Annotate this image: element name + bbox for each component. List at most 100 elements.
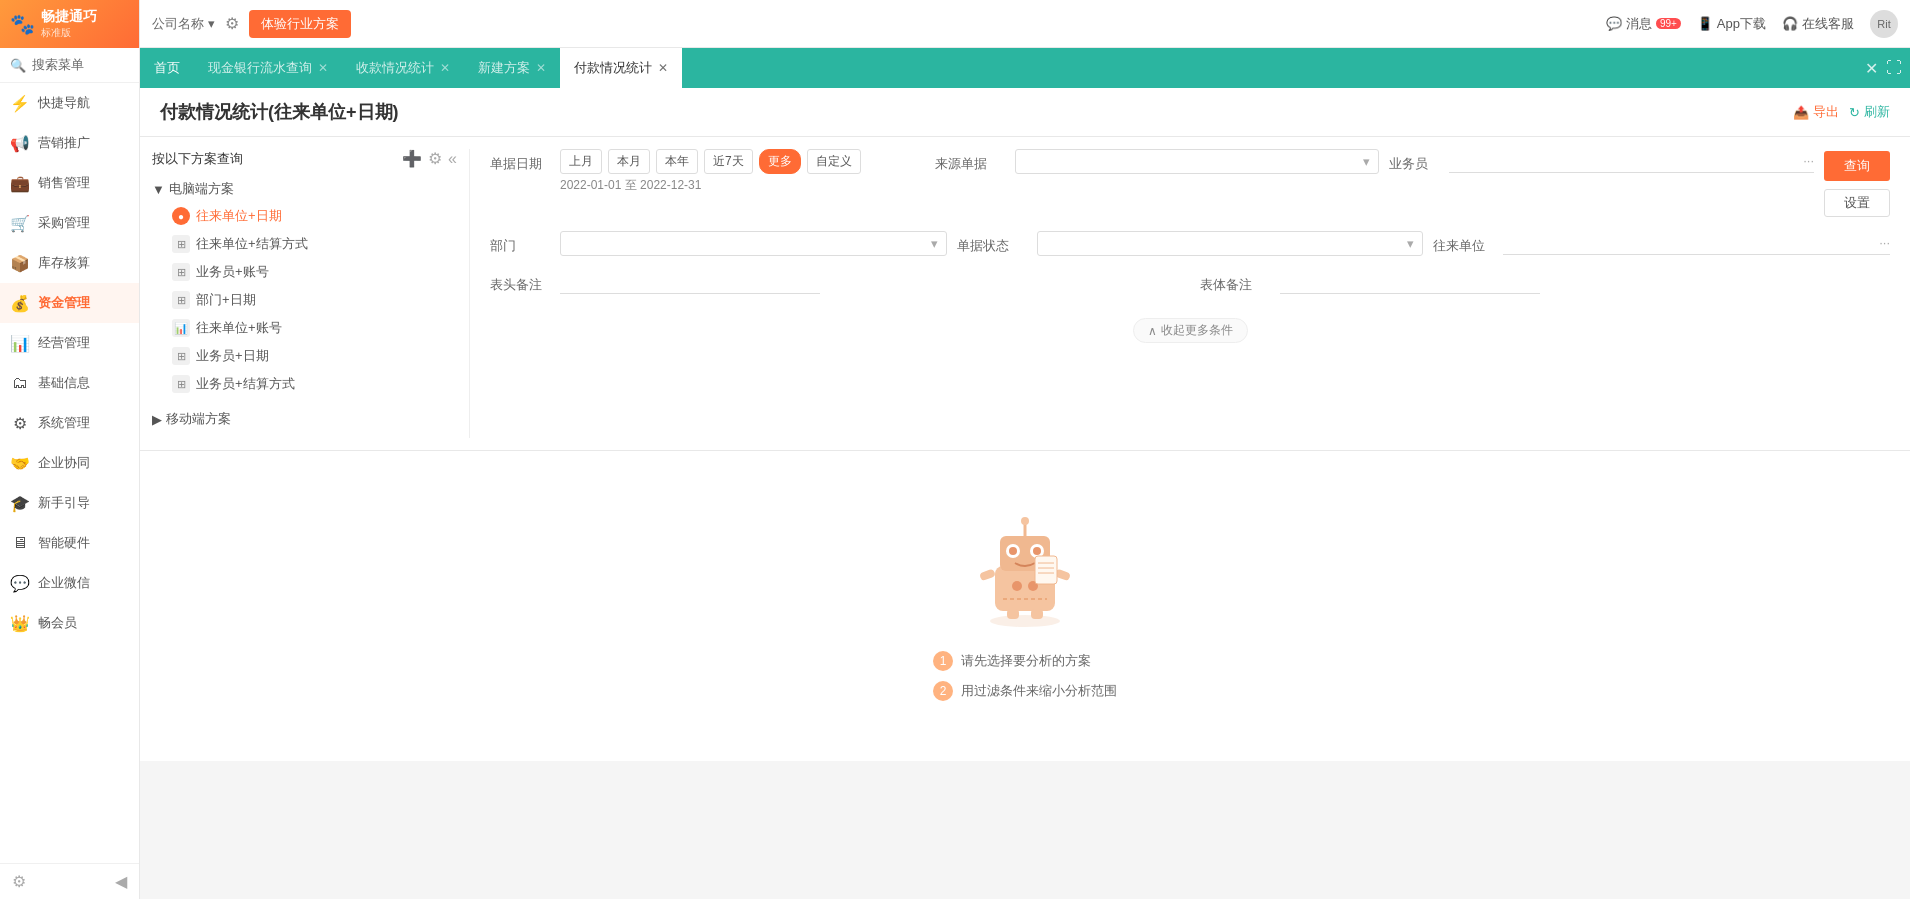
date-this-year[interactable]: 本年 (656, 149, 698, 174)
scheme-item-6[interactable]: ⊞ 业务员+结算方式 (152, 370, 457, 398)
expand-arrow-icon: ▼ (152, 182, 165, 197)
scheme-item-3[interactable]: ⊞ 部门+日期 (152, 286, 457, 314)
doc-status-select[interactable]: ▾ (1037, 231, 1424, 256)
tab-bank-flow-close[interactable]: ✕ (318, 61, 328, 75)
date-last-7-days[interactable]: 近7天 (704, 149, 753, 174)
app-download-button[interactable]: 📱 App下载 (1697, 15, 1766, 33)
refresh-button[interactable]: ↻ 刷新 (1849, 103, 1890, 121)
dept-select[interactable]: ▾ (560, 231, 947, 256)
refresh-label: 刷新 (1864, 103, 1890, 121)
collapse-bar: ∧ 收起更多条件 (490, 308, 1890, 353)
sidebar-item-label: 采购管理 (38, 214, 90, 232)
company-name: 公司名称 ▾ (152, 15, 215, 33)
collapse-button[interactable]: ∧ 收起更多条件 (1133, 318, 1248, 343)
sidebar-item-operations[interactable]: 📊 经营管理 (0, 323, 139, 363)
trial-button[interactable]: 体验行业方案 (249, 10, 351, 38)
desktop-scheme-label: 电脑端方案 (169, 180, 234, 198)
export-button[interactable]: 📤 导出 (1793, 103, 1839, 121)
scheme-item-label-3: 部门+日期 (196, 291, 256, 309)
company-dropdown-arrow[interactable]: ▾ (208, 16, 215, 31)
tab-receipt-stats-close[interactable]: ✕ (440, 61, 450, 75)
svg-rect-13 (1007, 609, 1019, 619)
active-scheme-dot: ● (172, 207, 190, 225)
scheme-table-icon-2: ⊞ (172, 263, 190, 281)
date-custom[interactable]: 自定义 (807, 149, 861, 174)
search-icon: 🔍 (10, 58, 26, 73)
tab-home[interactable]: 首页 (140, 48, 194, 88)
scheme-item-5[interactable]: ⊞ 业务员+日期 (152, 342, 457, 370)
collapse-arrow-icon: ∧ (1148, 324, 1157, 338)
settings-button[interactable]: 设置 (1824, 189, 1890, 217)
basics-icon: 🗂 (10, 373, 30, 393)
sidebar-item-member[interactable]: 👑 畅会员 (0, 603, 139, 643)
query-button[interactable]: 查询 (1824, 151, 1890, 181)
search-label: 搜索菜单 (32, 56, 84, 74)
collapse-sidebar-icon[interactable]: ◀ (115, 872, 127, 891)
date-more[interactable]: 更多 (759, 149, 801, 174)
settings-bottom-icon[interactable]: ⚙ (12, 872, 26, 891)
desktop-scheme-title[interactable]: ▼ 电脑端方案 (152, 176, 457, 202)
header-remark-control (560, 270, 1170, 294)
collapse-scheme-icon[interactable]: « (448, 150, 457, 168)
sidebar-item-guide[interactable]: 🎓 新手引导 (0, 483, 139, 523)
sidebar-item-inventory[interactable]: 📦 库存核算 (0, 243, 139, 283)
header-remark-input[interactable] (560, 270, 820, 294)
sidebar-item-wechat[interactable]: 💬 企业微信 (0, 563, 139, 603)
scheme-table-icon-3: ⊞ (172, 291, 190, 309)
avatar-text: Rit (1877, 18, 1890, 30)
capital-icon: 💰 (10, 293, 30, 313)
scheme-item-1[interactable]: ⊞ 往来单位+结算方式 (152, 230, 457, 258)
sidebar-item-label: 新手引导 (38, 494, 90, 512)
tab-new-scheme[interactable]: 新建方案 ✕ (464, 48, 560, 88)
doc-status-control: ▾ (1037, 231, 1424, 256)
sidebar-item-label: 营销推广 (38, 134, 90, 152)
svg-rect-14 (1031, 609, 1043, 619)
sidebar-item-capital[interactable]: 💰 资金管理 (0, 283, 139, 323)
page-header: 付款情况统计(往来单位+日期) 📤 导出 ↻ 刷新 (140, 88, 1910, 137)
sidebar-item-quick-nav[interactable]: ⚡ 快捷导航 (0, 83, 139, 123)
body-remark-input[interactable] (1280, 270, 1540, 294)
dept-control: ▾ (560, 231, 947, 256)
tab-new-scheme-close[interactable]: ✕ (536, 61, 546, 75)
salesman-dots-icon[interactable]: ··· (1803, 153, 1814, 168)
scheme-item-0[interactable]: ● 往来单位+日期 (152, 202, 457, 230)
sidebar-item-basics[interactable]: 🗂 基础信息 (0, 363, 139, 403)
add-scheme-icon[interactable]: ➕ (402, 149, 422, 168)
sidebar-item-label: 销售管理 (38, 174, 90, 192)
purchase-icon: 🛒 (10, 213, 30, 233)
logo-icon: 🐾 (10, 12, 35, 36)
scheme-item-label-2: 业务员+账号 (196, 263, 269, 281)
tab-bank-flow[interactable]: 现金银行流水查询 ✕ (194, 48, 342, 88)
scheme-item-4[interactable]: 📊 往来单位+账号 (152, 314, 457, 342)
topbar-gear-icon[interactable]: ⚙ (225, 14, 239, 33)
tab-payment-stats[interactable]: 付款情况统计 ✕ (560, 48, 682, 88)
sidebar-item-system[interactable]: ⚙ 系统管理 (0, 403, 139, 443)
date-this-month[interactable]: 本月 (608, 149, 650, 174)
svg-point-11 (1012, 581, 1022, 591)
sidebar-search[interactable]: 🔍 搜索菜单 (0, 48, 139, 83)
svg-point-6 (1033, 547, 1041, 555)
counter-party-dots-icon[interactable]: ··· (1879, 235, 1890, 250)
sidebar-item-enterprise[interactable]: 🤝 企业协同 (0, 443, 139, 483)
topbar: 公司名称 ▾ ⚙ 体验行业方案 💬 消息 99+ 📱 App下载 🎧 在线客服 … (140, 0, 1910, 48)
service-button[interactable]: 🎧 在线客服 (1782, 15, 1854, 33)
message-button[interactable]: 💬 消息 99+ (1606, 15, 1681, 33)
sidebar-item-purchase[interactable]: 🛒 采购管理 (0, 203, 139, 243)
user-avatar[interactable]: Rit (1870, 10, 1898, 38)
tab-receipt-stats[interactable]: 收款情况统计 ✕ (342, 48, 464, 88)
doc-status-arrow-icon: ▾ (1407, 236, 1414, 251)
sidebar-item-hardware[interactable]: 🖥 智能硬件 (0, 523, 139, 563)
logo-sub: 标准版 (41, 26, 97, 40)
page-title: 付款情况统计(往来单位+日期) (160, 100, 399, 124)
mobile-scheme-title[interactable]: ▶ 移动端方案 (152, 406, 457, 432)
source-select[interactable]: ▾ (1015, 149, 1380, 174)
sidebar-item-sales[interactable]: 💼 销售管理 (0, 163, 139, 203)
date-last-month[interactable]: 上月 (560, 149, 602, 174)
settings-scheme-icon[interactable]: ⚙ (428, 149, 442, 168)
scheme-item-2[interactable]: ⊞ 业务员+账号 (152, 258, 457, 286)
close-all-tabs-button[interactable]: ✕ (1865, 59, 1878, 78)
tab-payment-stats-close[interactable]: ✕ (658, 61, 668, 75)
fullscreen-button[interactable]: ⛶ (1886, 59, 1902, 77)
filter-row-2: 部门 ▾ 单据状态 ▾ 往来单位 (490, 231, 1890, 256)
sidebar-item-marketing[interactable]: 📢 营销推广 (0, 123, 139, 163)
